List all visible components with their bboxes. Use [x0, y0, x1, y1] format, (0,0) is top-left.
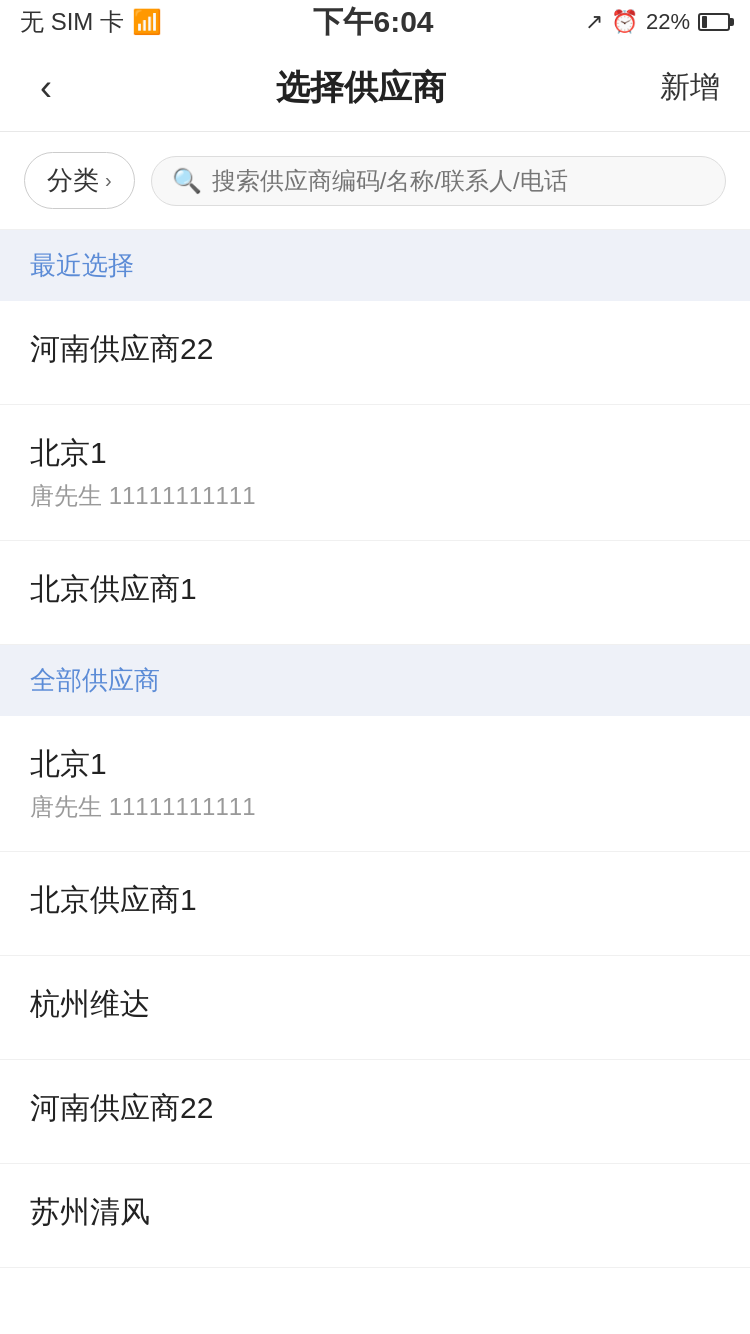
- alarm-icon: ⏰: [611, 9, 638, 35]
- chevron-right-icon: ›: [105, 169, 112, 192]
- recent-items-list: 河南供应商22 北京1 唐先生 11111111111 北京供应商1: [0, 301, 750, 645]
- recent-section-header: 最近选择: [0, 230, 750, 301]
- location-icon: ↗: [585, 9, 603, 35]
- search-input[interactable]: [212, 167, 705, 195]
- item-name: 河南供应商22: [30, 329, 720, 370]
- item-sub: 唐先生 11111111111: [30, 480, 720, 512]
- status-bar-time: 下午6:04: [313, 2, 433, 43]
- list-item[interactable]: 北京供应商1: [0, 852, 750, 956]
- add-button[interactable]: 新增: [660, 67, 720, 108]
- search-bar: 🔍: [151, 156, 726, 206]
- status-bar: 无 SIM 卡 📶 下午6:04 ↗ ⏰ 22%: [0, 0, 750, 44]
- item-name: 杭州维达: [30, 984, 720, 1025]
- recent-label: 最近选择: [30, 250, 134, 280]
- all-section-header: 全部供应商: [0, 645, 750, 716]
- list-item[interactable]: 河南供应商22: [0, 301, 750, 405]
- page-title: 选择供应商: [276, 65, 446, 111]
- nav-bar: ‹ 选择供应商 新增: [0, 44, 750, 132]
- item-name: 苏州清风: [30, 1192, 720, 1233]
- battery-icon: [698, 13, 730, 31]
- list-item[interactable]: 苏州清风: [0, 1164, 750, 1268]
- list-item[interactable]: 北京1 唐先生 11111111111: [0, 405, 750, 541]
- list-item[interactable]: 北京1 唐先生 11111111111: [0, 716, 750, 852]
- battery-percent: 22%: [646, 9, 690, 35]
- category-label: 分类: [47, 163, 99, 198]
- item-name: 北京供应商1: [30, 569, 720, 610]
- status-bar-left: 无 SIM 卡 📶: [20, 6, 162, 38]
- back-button[interactable]: ‹: [30, 57, 62, 119]
- status-bar-right: ↗ ⏰ 22%: [585, 9, 730, 35]
- item-name: 北京1: [30, 744, 720, 785]
- list-item[interactable]: 杭州维达: [0, 956, 750, 1060]
- search-icon: 🔍: [172, 167, 202, 195]
- item-sub: 唐先生 11111111111: [30, 791, 720, 823]
- no-sim-label: 无 SIM 卡: [20, 6, 124, 38]
- list-item[interactable]: 北京供应商1: [0, 541, 750, 645]
- item-name: 河南供应商22: [30, 1088, 720, 1129]
- all-label: 全部供应商: [30, 665, 160, 695]
- all-items-list: 北京1 唐先生 11111111111 北京供应商1 杭州维达 河南供应商22 …: [0, 716, 750, 1268]
- item-name: 北京1: [30, 433, 720, 474]
- category-button[interactable]: 分类 ›: [24, 152, 135, 209]
- list-item[interactable]: 河南供应商22: [0, 1060, 750, 1164]
- filter-bar: 分类 › 🔍: [0, 132, 750, 230]
- wifi-icon: 📶: [132, 8, 162, 36]
- item-name: 北京供应商1: [30, 880, 720, 921]
